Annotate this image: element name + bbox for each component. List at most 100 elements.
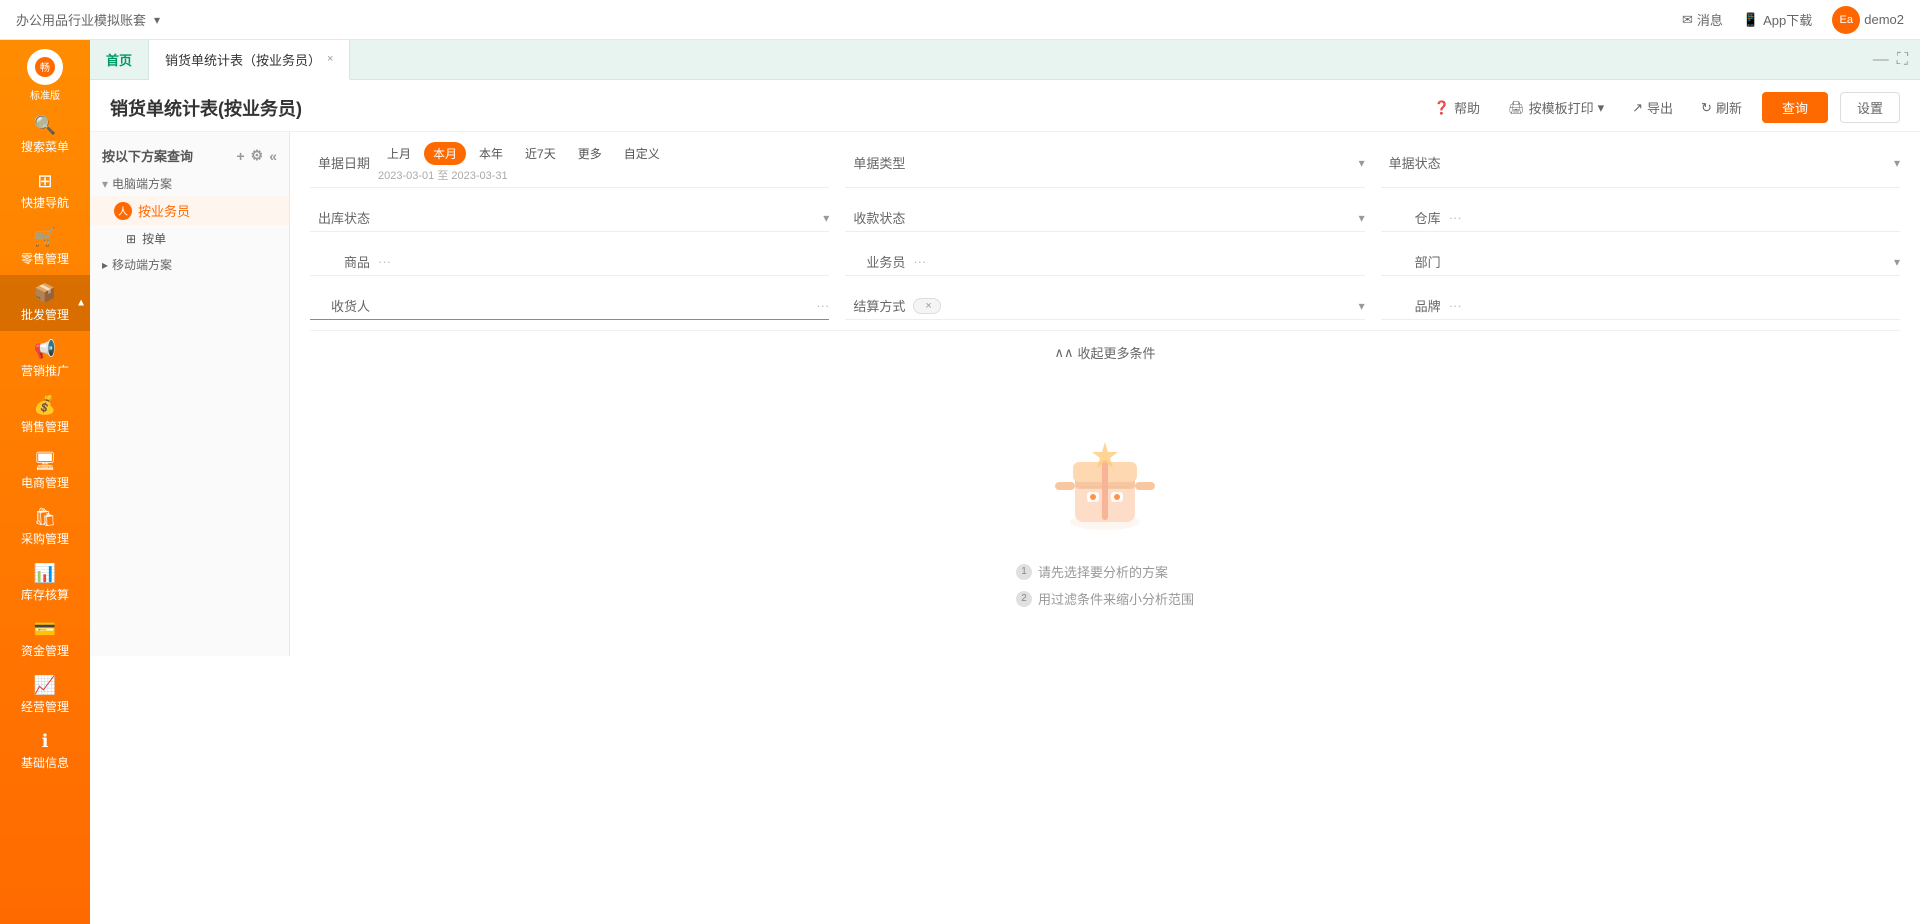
- sidebar-item-marketing[interactable]: 📢 营销推广: [0, 331, 90, 387]
- scheme-panel: 按以下方案查询 + ⚙ « ▾ 电脑端方案: [90, 132, 290, 656]
- receiver-dots[interactable]: ···: [816, 298, 829, 313]
- svg-text:畅: 畅: [40, 61, 50, 74]
- date-value: 上月 本月 本年 近7天 更多 自定义 2023-03-01 至 2023-03…: [378, 142, 829, 183]
- tab-close-icon[interactable]: ×: [327, 53, 333, 65]
- scheme-item-salesperson-label: 按业务员: [138, 201, 190, 220]
- sidebar-item-inventory[interactable]: 📊 库存核算: [0, 555, 90, 611]
- docstatus-dropdown-icon[interactable]: ▾: [1894, 156, 1900, 170]
- goods-label: 商品: [310, 252, 370, 271]
- outstatus-dropdown-icon[interactable]: ▾: [823, 211, 829, 225]
- marketing-icon: 📢: [34, 339, 56, 360]
- salesperson-label: 业务员: [845, 252, 905, 271]
- export-icon: ↗: [1632, 100, 1643, 116]
- scheme-category-mobile[interactable]: ▸ 移动端方案: [90, 252, 289, 277]
- doctype-label: 单据类型: [845, 153, 905, 172]
- date-btn-custom[interactable]: 自定义: [615, 142, 669, 165]
- docstatus-value: ▾: [1449, 156, 1900, 170]
- sidebar-label-basic: 基础信息: [21, 754, 69, 771]
- doctype-dropdown-icon[interactable]: ▾: [1359, 156, 1365, 170]
- logo-icon: 畅: [27, 49, 63, 85]
- scheme-collapse-btn[interactable]: «: [269, 148, 277, 164]
- sidebar-logo: 畅 标准版: [10, 48, 80, 103]
- settlement-dropdown-icon[interactable]: ▾: [1359, 299, 1365, 313]
- goods-dots[interactable]: ···: [378, 254, 391, 269]
- settlement-label: 结算方式: [845, 296, 905, 315]
- warehouse-dots[interactable]: ···: [1449, 210, 1462, 225]
- refresh-btn[interactable]: ↻ 刷新: [1693, 94, 1750, 121]
- top-bar-dropdown-icon[interactable]: ▾: [154, 13, 160, 27]
- user-action[interactable]: Ea demo2: [1832, 6, 1904, 34]
- help-label: 帮助: [1454, 98, 1480, 117]
- nav-icon: ⊞: [37, 171, 52, 192]
- message-action[interactable]: ✉ 消息: [1682, 10, 1723, 29]
- main-data: 单据日期 上月 本月 本年 近7天 更多 自定义: [290, 132, 1920, 656]
- filter-dept-cell: 部门 ▾: [1381, 252, 1900, 276]
- sidebar-item-wholesale[interactable]: 📦 批发管理 ▲: [0, 275, 90, 331]
- step-1-text: 请先选择要分析的方案: [1038, 562, 1168, 581]
- warehouse-value: ···: [1449, 210, 1900, 225]
- export-label: 导出: [1647, 98, 1673, 117]
- tab-home-label: 首页: [106, 50, 132, 69]
- main-layout: 畅 标准版 🔍 搜索菜单 ⊞ 快捷导航 🛒 零售管理 📦 批发管理 ▲: [0, 40, 1920, 924]
- date-btn-thismonth[interactable]: 本月: [424, 142, 466, 165]
- dept-dropdown-icon[interactable]: ▾: [1894, 255, 1900, 269]
- brand-dots[interactable]: ···: [1449, 298, 1462, 313]
- page-content: 销货单统计表(按业务员) ❓ 帮助 🖨 按模板打印 ▾ ↗: [90, 80, 1920, 924]
- sidebar-item-operation[interactable]: 📈 经营管理: [0, 667, 90, 723]
- filter-doctype-cell: 单据类型 ▾: [845, 142, 1364, 188]
- settings-btn[interactable]: 设置: [1840, 92, 1900, 123]
- scheme-panel-title: 按以下方案查询: [102, 146, 193, 165]
- sidebar-label-ecom: 电商管理: [21, 474, 69, 491]
- sidebar-item-search[interactable]: 🔍 搜索菜单: [0, 107, 90, 163]
- sidebar-item-retail[interactable]: 🛒 零售管理: [0, 219, 90, 275]
- query-btn[interactable]: 查询: [1762, 92, 1828, 123]
- empty-step-2: 2 用过滤条件来缩小分析范围: [1016, 589, 1194, 608]
- mobile-toggle-icon: ▸: [102, 258, 108, 272]
- tab-bar: 首页 销货单统计表（按业务员） × — ⛶: [90, 40, 1920, 80]
- date-btn-more[interactable]: 更多: [569, 142, 611, 165]
- scheme-sub-item-order[interactable]: ⊞ 按单: [90, 225, 289, 252]
- message-icon: ✉: [1682, 12, 1693, 28]
- date-btn-7days[interactable]: 近7天: [516, 142, 565, 165]
- sidebar-item-basic[interactable]: ℹ 基础信息: [0, 723, 90, 779]
- tab-maximize-btn[interactable]: ⛶: [1897, 51, 1908, 69]
- settlement-tag-close[interactable]: ×: [925, 300, 931, 312]
- step-num-1: 1: [1016, 564, 1032, 580]
- help-btn[interactable]: ❓ 帮助: [1426, 94, 1488, 121]
- scheme-item-salesperson[interactable]: 人 按业务员: [90, 196, 289, 225]
- tab-home[interactable]: 首页: [90, 40, 149, 79]
- app-download-action[interactable]: 📱 App下载: [1743, 10, 1812, 29]
- filter-settlement-cell: 结算方式 × ▾: [845, 296, 1364, 320]
- sidebar-item-purchase[interactable]: 🛍 采购管理: [0, 499, 90, 555]
- app-download-label: App下载: [1763, 10, 1812, 29]
- empty-step-1: 1 请先选择要分析的方案: [1016, 562, 1194, 581]
- export-btn[interactable]: ↗ 导出: [1624, 94, 1681, 121]
- wholesale-icon: 📦: [34, 283, 56, 304]
- date-btn-lastmonth[interactable]: 上月: [378, 142, 420, 165]
- message-label: 消息: [1697, 10, 1723, 29]
- salesperson-dots[interactable]: ···: [913, 254, 926, 269]
- print-btn[interactable]: 🖨 按模板打印 ▾: [1500, 94, 1612, 121]
- scheme-settings-btn[interactable]: ⚙: [251, 147, 264, 164]
- paystatus-label: 收款状态: [845, 208, 905, 227]
- sidebar-item-nav[interactable]: ⊞ 快捷导航: [0, 163, 90, 219]
- collapse-btn[interactable]: ∧∧ 收起更多条件: [1042, 339, 1167, 366]
- tab-minimize-btn[interactable]: —: [1873, 51, 1889, 69]
- sidebar-item-sales[interactable]: 💰 销售管理: [0, 387, 90, 443]
- scheme-header-actions: + ⚙ «: [236, 147, 277, 164]
- search-icon: 🔍: [34, 115, 56, 136]
- top-bar-title: 办公用品行业模拟账套: [16, 10, 146, 29]
- scheme-add-btn[interactable]: +: [236, 148, 244, 164]
- sidebar-item-finance[interactable]: 💳 资金管理: [0, 611, 90, 667]
- paystatus-dropdown-icon[interactable]: ▾: [1359, 211, 1365, 225]
- paystatus-value: ▾: [913, 211, 1364, 225]
- wholesale-expand-icon: ▲: [76, 298, 86, 309]
- tab-report[interactable]: 销货单统计表（按业务员） ×: [149, 40, 350, 80]
- outstatus-value: ▾: [378, 211, 829, 225]
- sidebar-item-ecom[interactable]: 🖥 电商管理: [0, 443, 90, 499]
- date-btn-thisyear[interactable]: 本年: [470, 142, 512, 165]
- desktop-toggle-icon[interactable]: ▾: [102, 177, 108, 191]
- filter-outstatus-cell: 出库状态 ▾: [310, 208, 829, 232]
- filter-docstatus-cell: 单据状态 ▾: [1381, 142, 1900, 188]
- receiver-label: 收货人: [310, 296, 370, 315]
